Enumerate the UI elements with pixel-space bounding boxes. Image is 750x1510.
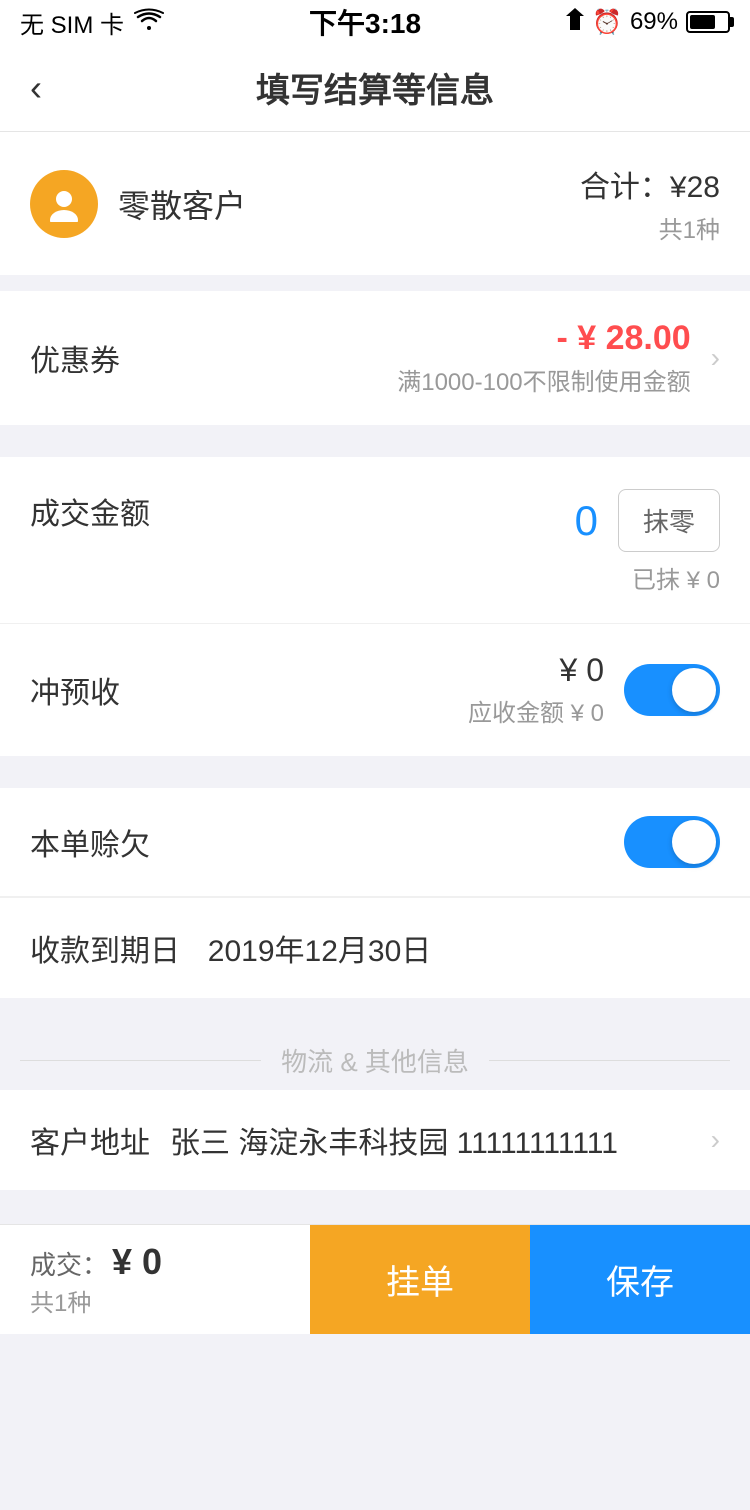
page-title: 填写结算等信息 (256, 63, 494, 112)
nav-bar: ‹ 填写结算等信息 (0, 44, 750, 132)
coupon-row[interactable]: 优惠券 - ¥ 28.00 满1000-100不限制使用金额 › (0, 291, 750, 425)
avatar (30, 170, 98, 238)
divider-1 (0, 441, 750, 457)
debt-row: 本单赊欠 (0, 788, 750, 897)
customer-name: 零散客户 (118, 181, 246, 227)
pre-receive-value: ¥ 0 应收金额 ¥ 0 (468, 652, 604, 728)
logistics-label: 物流 & 其他信息 (281, 1042, 469, 1079)
divider-3 (0, 998, 750, 1014)
transaction-label: 成交金额 (30, 489, 150, 533)
coupon-value-area: - ¥ 28.00 满1000-100不限制使用金额 › (150, 319, 720, 397)
debt-toggle[interactable] (624, 816, 720, 868)
bottom-bar: 成交： ¥ 0 共1种 挂单 保存 (0, 1224, 750, 1334)
customer-info: 零散客户 (30, 170, 246, 238)
transaction-section: 成交金额 0 抹零 已抹 ¥ 0 冲预收 ¥ 0 应收金额 ¥ 0 (0, 457, 750, 756)
bottom-deal-count: 共1种 (30, 1283, 310, 1318)
coupon-label: 优惠券 (30, 336, 150, 380)
customer-total: 合计：¥28 共1种 (580, 162, 720, 245)
wifi-icon (134, 8, 164, 37)
customer-section: 零散客户 合计：¥28 共1种 (0, 132, 750, 275)
coupon-value: - ¥ 28.00 满1000-100不限制使用金额 (397, 319, 690, 397)
battery-percent: 69% (630, 8, 678, 36)
logistics-divider: 物流 & 其他信息 (0, 1030, 750, 1090)
toggle-knob (672, 668, 716, 712)
address-value: 张三 海淀永丰科技园 11111111111 (170, 1118, 711, 1162)
status-time: 下午3:18 (309, 2, 421, 42)
chevron-right-icon: › (711, 342, 720, 374)
address-section[interactable]: 客户地址 张三 海淀永丰科技园 11111111111 › (0, 1090, 750, 1190)
hang-button[interactable]: 挂单 (310, 1225, 530, 1334)
divider-2 (0, 772, 750, 788)
battery-icon (686, 11, 730, 33)
pre-receive-value-area: ¥ 0 应收金额 ¥ 0 (150, 652, 720, 728)
due-date-value: 2019年12月30日 (208, 935, 431, 968)
status-bar: 无 SIM 卡 下午3:18 ⏰ 69% (0, 0, 750, 44)
pre-receive-label: 冲预收 (30, 668, 150, 712)
transaction-value[interactable]: 0 (575, 497, 598, 545)
debt-toggle-knob (672, 820, 716, 864)
due-date-label: 收款到期日 (30, 935, 180, 968)
address-label: 客户地址 (30, 1118, 150, 1162)
coupon-section: 优惠券 - ¥ 28.00 满1000-100不限制使用金额 › (0, 291, 750, 425)
pre-receive-row: 冲预收 ¥ 0 应收金额 ¥ 0 (0, 624, 750, 756)
already-rounded-label: 已抹 ¥ 0 (632, 560, 720, 595)
debt-label: 本单赊欠 (30, 820, 150, 864)
total-count: 共1种 (580, 210, 720, 245)
total-amount: 合计：¥28 (580, 162, 720, 206)
back-button[interactable]: ‹ (30, 67, 42, 109)
pre-receive-toggle[interactable] (624, 664, 720, 716)
bottom-info: 成交： ¥ 0 共1种 (0, 1225, 310, 1334)
due-date-row[interactable]: 收款到期日 2019年12月30日 (0, 897, 750, 998)
round-zero-button[interactable]: 抹零 (618, 489, 720, 552)
status-right: ⏰ 69% (566, 8, 730, 37)
coupon-discount: - ¥ 28.00 (397, 319, 690, 358)
coupon-description: 满1000-100不限制使用金额 (397, 362, 690, 397)
bottom-deal-amount: ¥ 0 (112, 1241, 162, 1283)
pre-receive-receivable: 应收金额 ¥ 0 (468, 693, 604, 728)
no-sim-label: 无 SIM 卡 (20, 5, 124, 40)
alarm-icon: ⏰ (592, 8, 622, 37)
location-icon (566, 8, 584, 37)
address-chevron-icon: › (711, 1124, 720, 1156)
bottom-deal-info: 成交： ¥ 0 (30, 1241, 310, 1283)
pre-receive-amount: ¥ 0 (468, 652, 604, 689)
logistics-line-left (20, 1060, 261, 1061)
save-button[interactable]: 保存 (530, 1225, 750, 1334)
logistics-line-right (489, 1060, 730, 1061)
debt-section: 本单赊欠 收款到期日 2019年12月30日 (0, 788, 750, 998)
bottom-deal-label: 成交： (30, 1245, 108, 1282)
status-left: 无 SIM 卡 (20, 5, 164, 40)
transaction-amount-row: 成交金额 0 抹零 已抹 ¥ 0 (0, 457, 750, 624)
